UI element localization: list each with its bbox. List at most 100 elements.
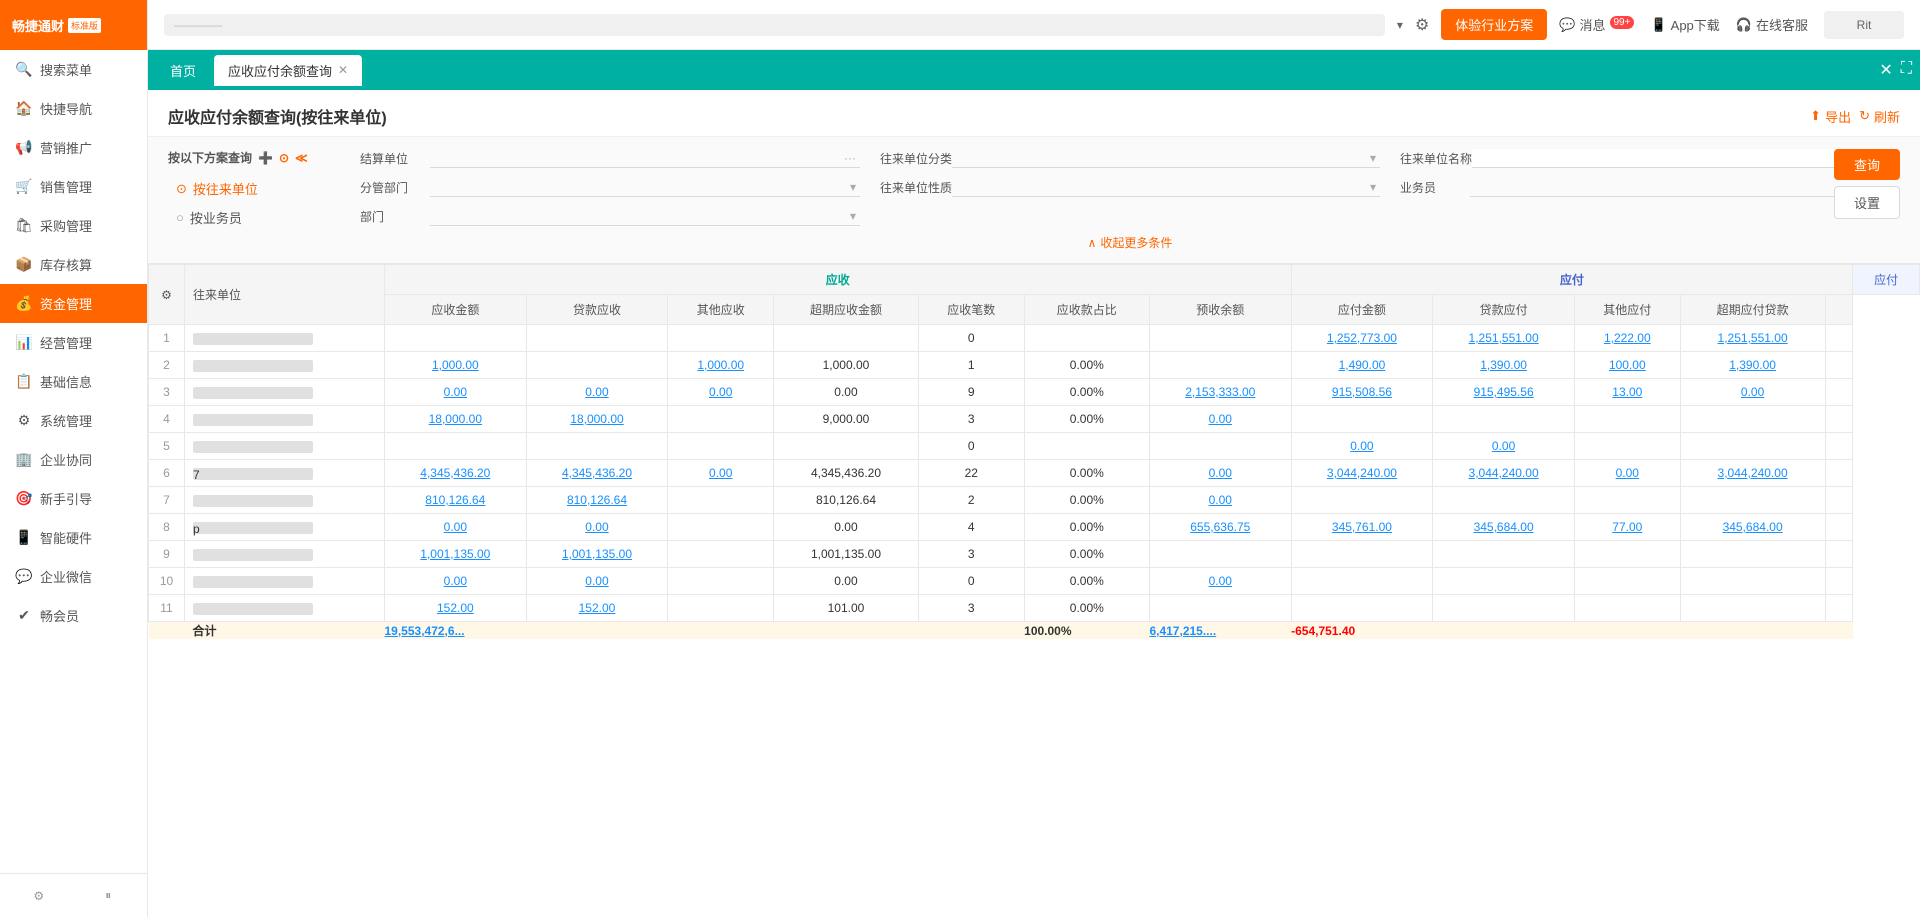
col-ap-other: 其他应付 — [1574, 295, 1680, 325]
sidebar-item-beginner[interactable]: 🎯 新手引导 — [0, 479, 147, 518]
cell-ap-overdue[interactable]: 1,390.00 — [1680, 352, 1825, 379]
online-service-group[interactable]: 🎧 在线客服 — [1736, 15, 1808, 34]
col-ar-count: 应收笔数 — [918, 295, 1024, 325]
cell-ar-loans[interactable]: 152.00 — [526, 595, 668, 622]
sidebar-collapse-btn[interactable]: ⏸ — [78, 882, 140, 909]
sidebar-item-operations[interactable]: 📊 经营管理 — [0, 323, 147, 362]
tab-expand-icon[interactable]: ⛶ — [1901, 60, 1912, 80]
cell-ar-advance[interactable]: 0.00 — [1149, 460, 1291, 487]
cell-ap-overdue[interactable]: 345,684.00 — [1680, 514, 1825, 541]
tab-home[interactable]: 首页 — [156, 55, 210, 86]
total-ar-advance[interactable]: 6,417,215.... — [1149, 622, 1291, 640]
cell-ar-amount[interactable]: 18,000.00 — [385, 406, 527, 433]
cell-ar-other[interactable]: 0.00 — [668, 460, 774, 487]
cell-ar-amount[interactable]: 1,000.00 — [385, 352, 527, 379]
unit-category-input[interactable]: ▾ — [952, 149, 1380, 168]
filter-by-staff[interactable]: ○ 按业务员 — [168, 203, 348, 232]
app-download-group[interactable]: 📱 App下载 — [1650, 15, 1719, 34]
sidebar-item-quick-nav[interactable]: 🏠 快捷导航 — [0, 89, 147, 128]
cell-ar-loans[interactable]: 0.00 — [526, 568, 668, 595]
cell-ar-loans[interactable]: 0.00 — [526, 379, 668, 406]
cell-ar-amount[interactable]: 4,345,436.20 — [385, 460, 527, 487]
cell-ap-amount[interactable]: 0.00 — [1291, 433, 1433, 460]
cell-ar-advance[interactable]: 0.00 — [1149, 487, 1291, 514]
tab-close-icon[interactable]: ✕ — [338, 63, 348, 77]
sidebar-item-sales[interactable]: 🛒 销售管理 — [0, 167, 147, 206]
cell-ap-amount[interactable]: 1,252,773.00 — [1291, 325, 1433, 352]
cell-ar-amount[interactable]: 152.00 — [385, 595, 527, 622]
cell-ar-loans[interactable]: 18,000.00 — [526, 406, 668, 433]
sidebar-item-base-info[interactable]: 📋 基础信息 — [0, 362, 147, 401]
tab-ar-ap[interactable]: 应收应付余额查询 ✕ — [214, 55, 362, 86]
cell-ar-loans[interactable]: 1,001,135.00 — [526, 541, 668, 568]
total-ar-amount[interactable]: 19,553,472,6... — [385, 622, 527, 640]
trial-btn[interactable]: 体验行业方案 — [1441, 9, 1547, 40]
col-header-settings[interactable]: ⚙ — [149, 265, 185, 325]
cell-ar-amount[interactable]: 1,001,135.00 — [385, 541, 527, 568]
cell-ap-amount[interactable]: 3,044,240.00 — [1291, 460, 1433, 487]
sidebar-item-inventory[interactable]: 📦 库存核算 — [0, 245, 147, 284]
cell-ap-overdue[interactable]: 1,251,551.00 — [1680, 325, 1825, 352]
sidebar-item-smart-hw[interactable]: 📱 智能硬件 — [0, 518, 147, 557]
cell-ar-amount[interactable]: 0.00 — [385, 568, 527, 595]
cell-ar-other[interactable]: 1,000.00 — [668, 352, 774, 379]
messages-group[interactable]: 💬 消息 99+ — [1559, 15, 1634, 34]
dept-manager-input[interactable]: ▾ — [430, 178, 860, 197]
collapse-btn[interactable]: ∧ 收起更多条件 — [1088, 234, 1173, 251]
sidebar-item-enterprise[interactable]: 🏢 企业协同 — [0, 440, 147, 479]
cell-ap-overdue[interactable]: 3,044,240.00 — [1680, 460, 1825, 487]
cell-ap-other[interactable]: 13.00 — [1574, 379, 1680, 406]
header-dropdown-icon[interactable]: ▾ — [1397, 18, 1403, 32]
cell-ar-amount[interactable]: 0.00 — [385, 379, 527, 406]
sidebar-item-system[interactable]: ⚙ 系统管理 — [0, 401, 147, 440]
cell-ar-advance[interactable]: 0.00 — [1149, 406, 1291, 433]
sidebar-item-finance[interactable]: 💰 资金管理 — [0, 284, 147, 323]
cell-ap-loans[interactable]: 915,495.56 — [1433, 379, 1575, 406]
cell-ar-advance[interactable]: 2,153,333.00 — [1149, 379, 1291, 406]
settlement-unit-input[interactable]: ··· — [430, 149, 860, 168]
cell-ar-advance[interactable]: 0.00 — [1149, 568, 1291, 595]
user-avatar[interactable]: Rit — [1824, 11, 1904, 39]
filter-by-unit[interactable]: ⊙ 按往来单位 — [168, 174, 348, 203]
department-input[interactable]: ▾ — [430, 207, 860, 226]
filter-add-icon[interactable]: ➕ — [258, 151, 273, 165]
sidebar-item-search-menu[interactable]: 🔍 搜索菜单 — [0, 50, 147, 89]
cell-ar-amount[interactable]: 0.00 — [385, 514, 527, 541]
cell-ap-loans[interactable]: 0.00 — [1433, 433, 1575, 460]
cell-ar-amount[interactable]: 810,126.64 — [385, 487, 527, 514]
cell-ap-amount[interactable]: 1,490.00 — [1291, 352, 1433, 379]
sidebar-settings-btn[interactable]: ⚙ — [8, 882, 70, 909]
table-gear-icon[interactable]: ⚙ — [161, 288, 172, 302]
cell-ar-advance[interactable]: 655,636.75 — [1149, 514, 1291, 541]
cell-ar-loans[interactable]: 810,126.64 — [526, 487, 668, 514]
cell-ap-other — [1574, 568, 1680, 595]
cell-ap-other[interactable]: 1,222.00 — [1574, 325, 1680, 352]
cell-ap-other[interactable]: 77.00 — [1574, 514, 1680, 541]
cell-ar-other[interactable]: 0.00 — [668, 379, 774, 406]
cell-ap-other[interactable]: 100.00 — [1574, 352, 1680, 379]
cell-ap-loans[interactable]: 1,251,551.00 — [1433, 325, 1575, 352]
unit-nature-input[interactable]: ▾ — [952, 178, 1380, 197]
cell-ap-loans[interactable]: 345,684.00 — [1433, 514, 1575, 541]
setting-btn[interactable]: 设置 — [1834, 186, 1900, 219]
salesperson-label: 业务员 — [1400, 179, 1470, 196]
filter-settings-icon[interactable]: ⊙ — [279, 151, 289, 165]
cell-ap-amount[interactable]: 345,761.00 — [1291, 514, 1433, 541]
sidebar-item-member[interactable]: ✔ 畅会员 — [0, 596, 147, 635]
cell-ar-loans[interactable]: 4,345,436.20 — [526, 460, 668, 487]
header-gear-icon[interactable]: ⚙ — [1415, 15, 1429, 35]
sidebar-item-marketing[interactable]: 📢 营销推广 — [0, 128, 147, 167]
cell-ap-overdue[interactable]: 0.00 — [1680, 379, 1825, 406]
cell-ap-amount[interactable]: 915,508.56 — [1291, 379, 1433, 406]
export-btn[interactable]: ⬆ 导出 — [1810, 107, 1851, 126]
cell-ap-other[interactable]: 0.00 — [1574, 460, 1680, 487]
sidebar-item-purchase[interactable]: 🛍 采购管理 — [0, 206, 147, 245]
query-btn[interactable]: 查询 — [1834, 149, 1900, 180]
cell-ap-loans[interactable]: 1,390.00 — [1433, 352, 1575, 379]
sidebar-item-wechat[interactable]: 💬 企业微信 — [0, 557, 147, 596]
cell-ap-loans[interactable]: 3,044,240.00 — [1433, 460, 1575, 487]
tab-close-all-icon[interactable]: ✕ — [1879, 60, 1892, 80]
cell-ar-loans[interactable]: 0.00 — [526, 514, 668, 541]
filter-collapse-left-icon[interactable]: ≪ — [295, 151, 308, 165]
refresh-btn[interactable]: ↻ 刷新 — [1859, 107, 1900, 126]
